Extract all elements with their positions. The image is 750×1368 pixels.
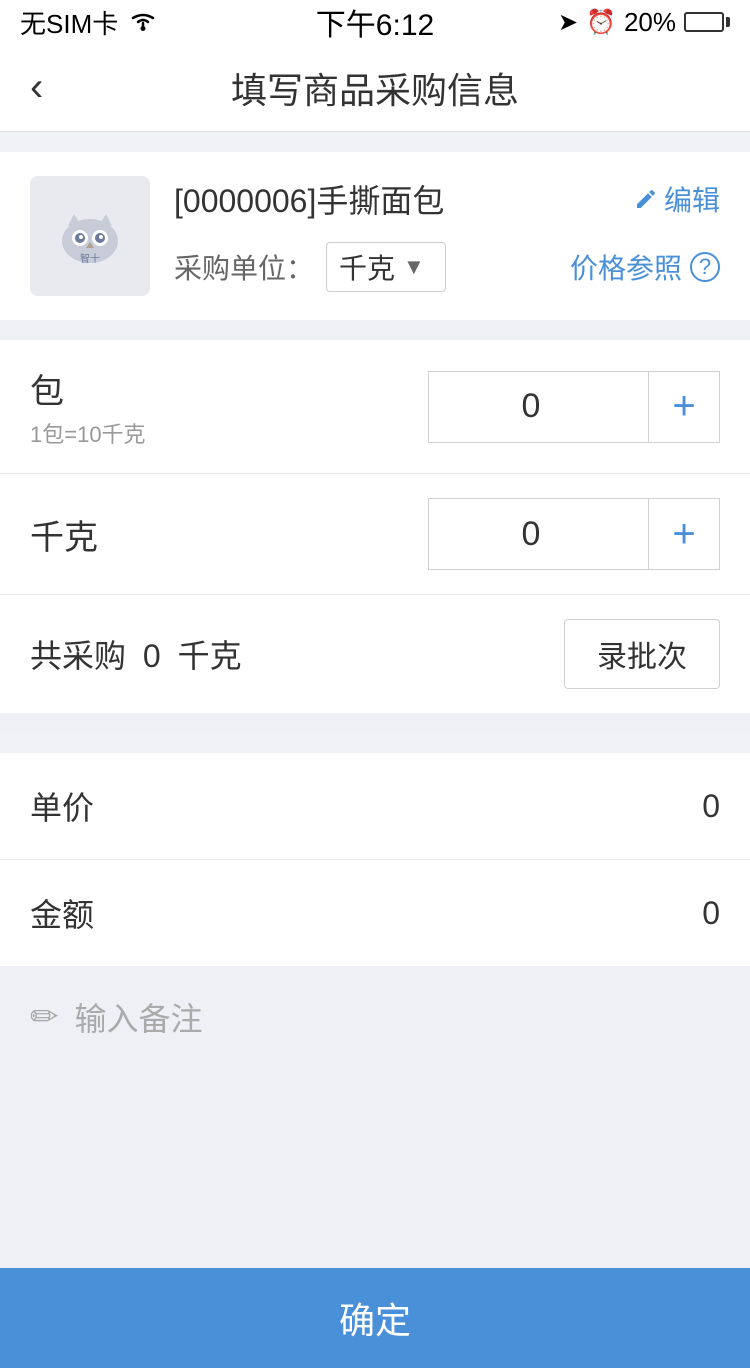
pencil-icon: ✏	[30, 997, 59, 1037]
product-image: 智十	[30, 176, 150, 296]
status-bar: 无SIM卡 下午6:12 ➤ ⏰ 20%	[0, 0, 750, 44]
confirm-label: 确定	[339, 1292, 411, 1344]
price-section: 单价 0 金额 0	[0, 753, 750, 966]
notes-placeholder: 输入备注	[75, 994, 203, 1040]
wifi-icon	[128, 7, 158, 38]
product-unit-row: 采购单位： 千克 ▼ 价格参照 ?	[174, 242, 720, 292]
battery-percent: 20%	[624, 7, 676, 38]
kg-main-label: 千克	[30, 510, 150, 559]
edit-button[interactable]: 编辑	[634, 179, 720, 219]
summary-row: 共采购 0 千克 录批次	[0, 595, 750, 713]
summary-quantity: 0	[143, 638, 161, 674]
status-time: 下午6:12	[316, 0, 434, 44]
bag-main-label: 包	[30, 364, 150, 413]
price-ref-button[interactable]: 价格参照 ?	[570, 247, 720, 287]
input-section: 包 1包=10千克 + 千克 +	[0, 340, 750, 595]
bag-sub-label: 1包=10千克	[30, 417, 150, 449]
bag-label-group: 包 1包=10千克	[30, 364, 150, 449]
alarm-icon: ⏰	[586, 8, 616, 37]
bag-plus-button[interactable]: +	[648, 371, 720, 443]
page-title: 填写商品采购信息	[231, 62, 519, 114]
kg-input-control: +	[150, 498, 720, 570]
unit-price-row: 单价 0	[0, 753, 750, 860]
carrier-label: 无SIM卡	[20, 4, 118, 41]
amount-label: 金额	[30, 890, 94, 936]
bag-input-row: 包 1包=10千克 +	[0, 340, 750, 474]
nav-bar: ‹ 填写商品采购信息	[0, 44, 750, 132]
unit-price-label: 单价	[30, 783, 94, 829]
product-card: 智十 [0000006]手撕面包 编辑 采购单位： 千克 ▼ 价格参照	[0, 152, 750, 320]
unit-select[interactable]: 千克 ▼	[326, 242, 446, 292]
separator-2	[0, 713, 750, 733]
record-batch-button[interactable]: 录批次	[564, 619, 720, 689]
back-button[interactable]: ‹	[30, 65, 43, 110]
confirm-button[interactable]: 确定	[0, 1268, 750, 1368]
edit-icon	[634, 187, 658, 211]
status-right: ➤ ⏰ 20%	[558, 7, 730, 38]
bag-quantity-input[interactable]	[428, 371, 648, 443]
separator-1	[0, 320, 750, 340]
help-icon: ?	[690, 252, 720, 282]
summary-text: 共采购 0 千克	[30, 631, 242, 677]
kg-plus-button[interactable]: +	[648, 498, 720, 570]
product-name: [0000006]手撕面包	[174, 176, 444, 222]
notes-section[interactable]: ✏ 输入备注	[0, 966, 750, 1068]
product-logo: 智十	[50, 206, 130, 266]
content-spacer	[0, 1068, 750, 1268]
battery-icon	[684, 12, 730, 32]
chevron-down-icon: ▼	[403, 254, 425, 280]
kg-label-group: 千克	[30, 510, 150, 559]
unit-selector-group: 采购单位： 千克 ▼	[174, 242, 446, 292]
kg-quantity-input[interactable]	[428, 498, 648, 570]
status-left: 无SIM卡	[20, 4, 158, 41]
amount-value: 0	[702, 895, 720, 932]
product-info: [0000006]手撕面包 编辑 采购单位： 千克 ▼ 价格参照 ?	[174, 176, 720, 292]
bag-input-control: +	[150, 371, 720, 443]
location-icon: ➤	[558, 8, 578, 37]
kg-input-row: 千克 +	[0, 474, 750, 595]
amount-row: 金额 0	[0, 860, 750, 966]
product-header: [0000006]手撕面包 编辑	[174, 176, 720, 222]
unit-label: 采购单位：	[174, 247, 314, 287]
svg-text:智十: 智十	[80, 252, 100, 265]
unit-price-value: 0	[702, 788, 720, 825]
